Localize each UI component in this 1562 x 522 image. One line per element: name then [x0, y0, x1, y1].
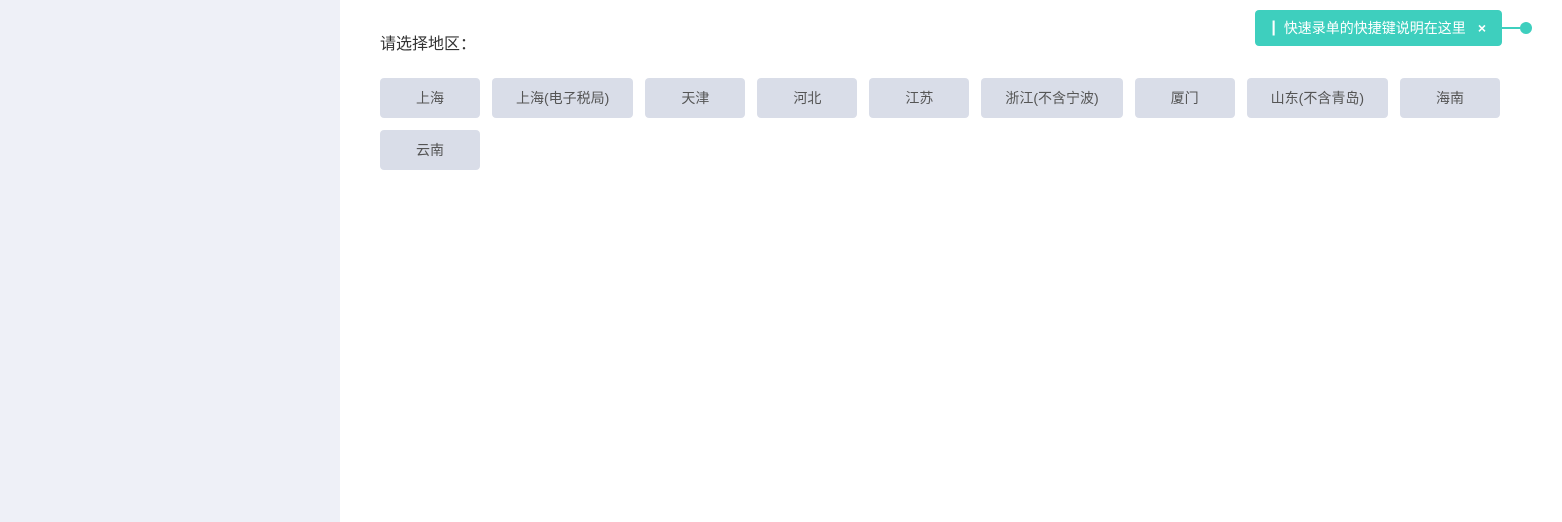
- region-button-shandong[interactable]: 山东(不含青岛): [1247, 78, 1388, 118]
- region-button-hebei[interactable]: 河北: [757, 78, 857, 118]
- tooltip-banner: 快速录单的快捷键说明在这里 ×: [1255, 10, 1502, 46]
- tooltip-close-button[interactable]: ×: [1478, 20, 1486, 36]
- region-button-tianjin[interactable]: 天津: [645, 78, 745, 118]
- region-button-xiamen[interactable]: 厦门: [1135, 78, 1235, 118]
- region-grid: 上海上海(电子税局) 天津河北江苏浙江(不含宁波) 厦门山东(不含青岛) 海南云南: [380, 78, 1522, 170]
- region-button-hainan[interactable]: 海南: [1400, 78, 1500, 118]
- main-content: 请选择地区： 上海上海(电子税局)天津河北江苏浙江(不含宁波)厦门山东(不含青岛…: [340, 0, 1562, 522]
- region-button-shanghai-etax[interactable]: 上海(电子税局): [492, 78, 633, 118]
- region-button-jiangsu[interactable]: 江苏: [869, 78, 969, 118]
- left-sidebar: [0, 0, 340, 522]
- tooltip-line: [1500, 27, 1520, 29]
- region-button-zhejiang[interactable]: 浙江(不含宁波): [981, 78, 1122, 118]
- tooltip-text: 快速录单的快捷键说明在这里: [1284, 18, 1466, 38]
- tooltip-dot: [1520, 22, 1532, 34]
- region-button-yunnan[interactable]: 云南: [380, 130, 480, 170]
- region-button-shanghai[interactable]: 上海: [380, 78, 480, 118]
